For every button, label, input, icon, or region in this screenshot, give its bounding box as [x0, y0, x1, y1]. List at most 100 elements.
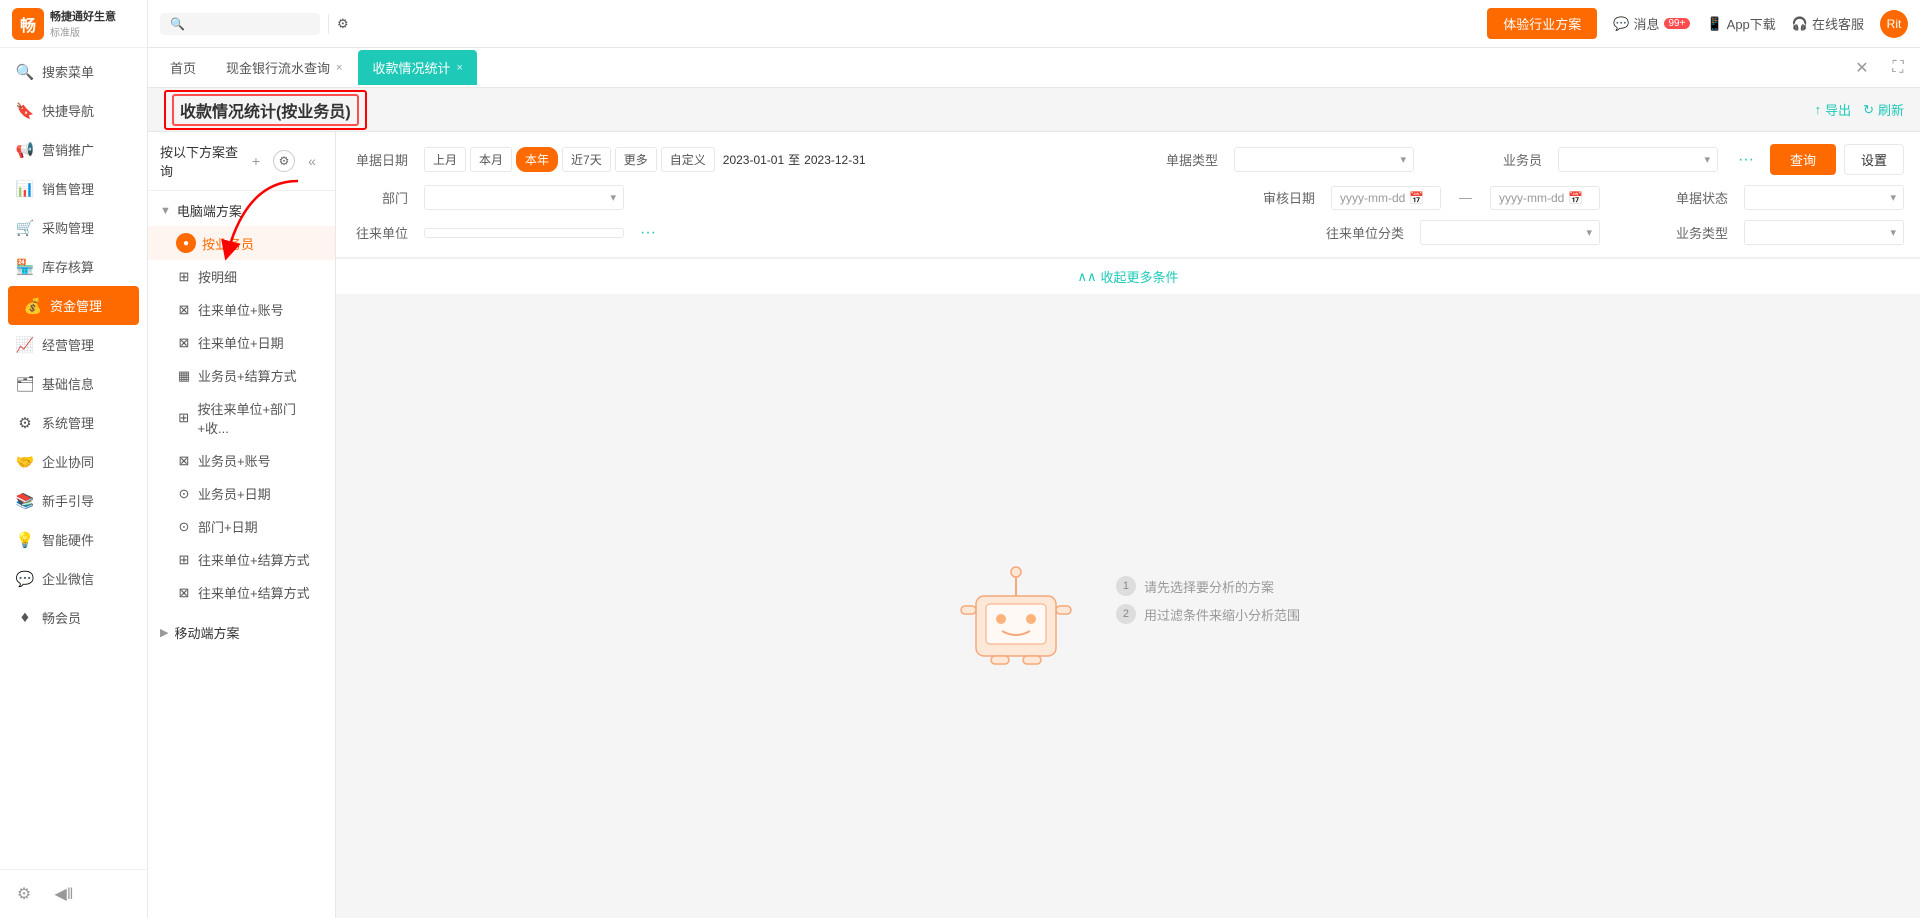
clerk-select-wrap [1558, 147, 1718, 172]
sidebar-item-guide[interactable]: 📚 新手引导 [0, 481, 147, 520]
collapse-panel-btn[interactable]: « [301, 150, 323, 172]
scheme-item-dept-date[interactable]: ⊙ 部门+日期 [148, 510, 335, 543]
messages-btn[interactable]: 💬 消息 99+ [1613, 14, 1690, 33]
sidebar: 畅 畅捷通好生意 标准版 🔍 搜索菜单 🔖 快捷导航 📢 营销推广 📊 销售管理… [0, 0, 148, 918]
scheme-item-unit-account[interactable]: ⊠ 往来单位+账号 [148, 293, 335, 326]
date-btn-more[interactable]: 更多 [615, 147, 657, 172]
scheme-item-label: 业务员+结算方式 [198, 366, 297, 385]
hint-num-1: 1 [1116, 576, 1136, 596]
scheme-item-label: 按业务员 [202, 234, 254, 253]
scheme-item-detail[interactable]: ⊞ 按明细 [148, 260, 335, 293]
voucher-status-select[interactable] [1744, 185, 1904, 210]
business-type-select[interactable] [1744, 220, 1904, 245]
counterpart-category-select[interactable] [1420, 220, 1600, 245]
tab-home[interactable]: 首页 [156, 50, 210, 85]
review-date-from-text: yyyy-mm-dd [1340, 191, 1405, 205]
date-btn-custom[interactable]: 自定义 [661, 147, 715, 172]
settings-bottom-btn[interactable]: ⚙ [8, 878, 40, 910]
counterpart-input[interactable] [424, 228, 624, 238]
scheme-item-unit-date[interactable]: ⊠ 往来单位+日期 [148, 326, 335, 359]
sidebar-item-system[interactable]: ⚙ 系统管理 [0, 403, 147, 442]
sidebar-item-member[interactable]: ♦ 畅会员 [0, 598, 147, 637]
date-range-display: 2023-01-01 至 2023-12-31 [723, 151, 866, 168]
upgrade-btn[interactable]: 体验行业方案 [1487, 8, 1597, 39]
sidebar-item-finance[interactable]: 💰 资金管理 [8, 286, 139, 325]
inventory-icon: 🏪 [16, 258, 34, 276]
date-btn-7days[interactable]: 近7天 [562, 147, 611, 172]
scheme-group-pc-label: 电脑端方案 [177, 201, 242, 220]
scheme-item-unit-dept-collect[interactable]: ⊞ 按往来单位+部门+收... [148, 392, 335, 444]
clerk-select[interactable] [1558, 147, 1718, 172]
sidebar-item-collab[interactable]: 🤝 企业协同 [0, 442, 147, 481]
app-download-btn[interactable]: 📱 App下载 [1706, 14, 1775, 33]
sidebar-item-wechat[interactable]: 💬 企业微信 [0, 559, 147, 598]
sidebar-item-label: 企业协同 [42, 452, 94, 471]
wechat-icon: 💬 [16, 570, 34, 588]
user-avatar[interactable]: Rit [1880, 10, 1908, 38]
sidebar-item-hardware[interactable]: 💡 智能硬件 [0, 520, 147, 559]
query-btn[interactable]: 查询 [1770, 144, 1836, 175]
review-date-from[interactable]: yyyy-mm-dd 📅 [1331, 186, 1441, 210]
scheme-item-label: 往来单位+结算方式 [198, 583, 310, 602]
settings-query-btn[interactable]: 设置 [1844, 144, 1904, 175]
basics-icon: 🗂 [16, 375, 34, 393]
sidebar-item-inventory[interactable]: 🏪 库存核算 [0, 247, 147, 286]
item-icon: ⊠ [176, 453, 192, 469]
search-icon: 🔍 [16, 63, 34, 81]
tab-collections[interactable]: 收款情况统计 × [358, 50, 476, 85]
date-btn-thisyear[interactable]: 本年 [516, 147, 558, 172]
export-btn[interactable]: ↑ 导出 [1815, 100, 1852, 119]
scheme-item-clerk-account[interactable]: ⊠ 业务员+账号 [148, 444, 335, 477]
collapse-icon: ▶ [160, 626, 168, 639]
collapse-sidebar-btn[interactable]: ◀‖ [48, 878, 80, 910]
item-icon: ⊙ [176, 519, 192, 535]
date-separator: 至 [788, 151, 800, 168]
scheme-item-unit-settle1[interactable]: ⊞ 往来单位+结算方式 [148, 543, 335, 576]
add-scheme-btn[interactable]: + [245, 150, 267, 172]
robot-illustration [956, 546, 1076, 666]
sales-icon: 📊 [16, 180, 34, 198]
refresh-btn[interactable]: ↻ 刷新 [1863, 100, 1904, 119]
sidebar-item-quicknav[interactable]: 🔖 快捷导航 [0, 91, 147, 130]
voucher-type-select[interactable] [1234, 147, 1414, 172]
sidebar-item-basics[interactable]: 🗂 基础信息 [0, 364, 147, 403]
counterpart-label: 往来单位 [352, 223, 408, 242]
logo-icon: 畅 [12, 8, 44, 40]
voucher-type-select-wrap [1234, 147, 1414, 172]
clerk-more-btn[interactable]: ··· [1738, 151, 1754, 169]
scheme-item-clerk-date[interactable]: ⊙ 业务员+日期 [148, 477, 335, 510]
review-date-to[interactable]: yyyy-mm-dd 📅 [1490, 186, 1600, 210]
review-date-label: 审核日期 [1259, 188, 1315, 207]
date-btn-lastmonth[interactable]: 上月 [424, 147, 466, 172]
counterpart-more-btn[interactable]: ··· [640, 224, 656, 242]
online-service-btn[interactable]: 🎧 在线客服 [1792, 14, 1864, 33]
tab-bank-flow-close[interactable]: × [336, 62, 342, 74]
maximize-btn[interactable]: ⛶ [1884, 54, 1912, 82]
tab-collections-close[interactable]: × [456, 62, 462, 74]
scheme-settings-btn[interactable]: ⚙ [273, 150, 295, 172]
scheme-item-by-clerk[interactable]: ● 按业务员 [148, 226, 335, 260]
sidebar-item-label: 基础信息 [42, 374, 94, 393]
review-date-to-text: yyyy-mm-dd [1499, 191, 1564, 205]
date-btn-thismonth[interactable]: 本月 [470, 147, 512, 172]
topbar-search-box[interactable]: 🔍 [160, 13, 320, 35]
scheme-group-pc-header[interactable]: ▼ 电脑端方案 [148, 195, 335, 226]
sidebar-item-sales[interactable]: 📊 销售管理 [0, 169, 147, 208]
scheme-item-clerk-settle[interactable]: ▦ 业务员+结算方式 [148, 359, 335, 392]
filter-row-2: 部门 审核日期 yyyy-mm-dd 📅 — yyyy-mm-dd [352, 185, 1904, 210]
close-tab-btn[interactable]: ✕ [1848, 54, 1876, 82]
scheme-item-unit-settle2[interactable]: ⊠ 往来单位+结算方式 [148, 576, 335, 609]
item-icon: ⊞ [176, 410, 191, 426]
settings-btn[interactable]: ⚙ [337, 16, 349, 32]
collapse-more-btn[interactable]: ∧∧ 收起更多条件 [336, 258, 1920, 294]
sidebar-item-marketing[interactable]: 📢 营销推广 [0, 130, 147, 169]
item-icon: ⊠ [176, 302, 192, 318]
sidebar-item-search[interactable]: 🔍 搜索菜单 [0, 52, 147, 91]
sidebar-item-purchase[interactable]: 🛒 采购管理 [0, 208, 147, 247]
scheme-group-mobile-header[interactable]: ▶ 移动端方案 [148, 617, 335, 648]
tab-bank-flow[interactable]: 现金银行流水查询 × [212, 50, 356, 85]
date-from: 2023-01-01 [723, 153, 784, 167]
sidebar-item-operations[interactable]: 📈 经营管理 [0, 325, 147, 364]
main-area: 🔍 ⚙ 体验行业方案 💬 消息 99+ 📱 App下载 🎧 在线客服 [148, 0, 1920, 918]
dept-select[interactable] [424, 185, 624, 210]
